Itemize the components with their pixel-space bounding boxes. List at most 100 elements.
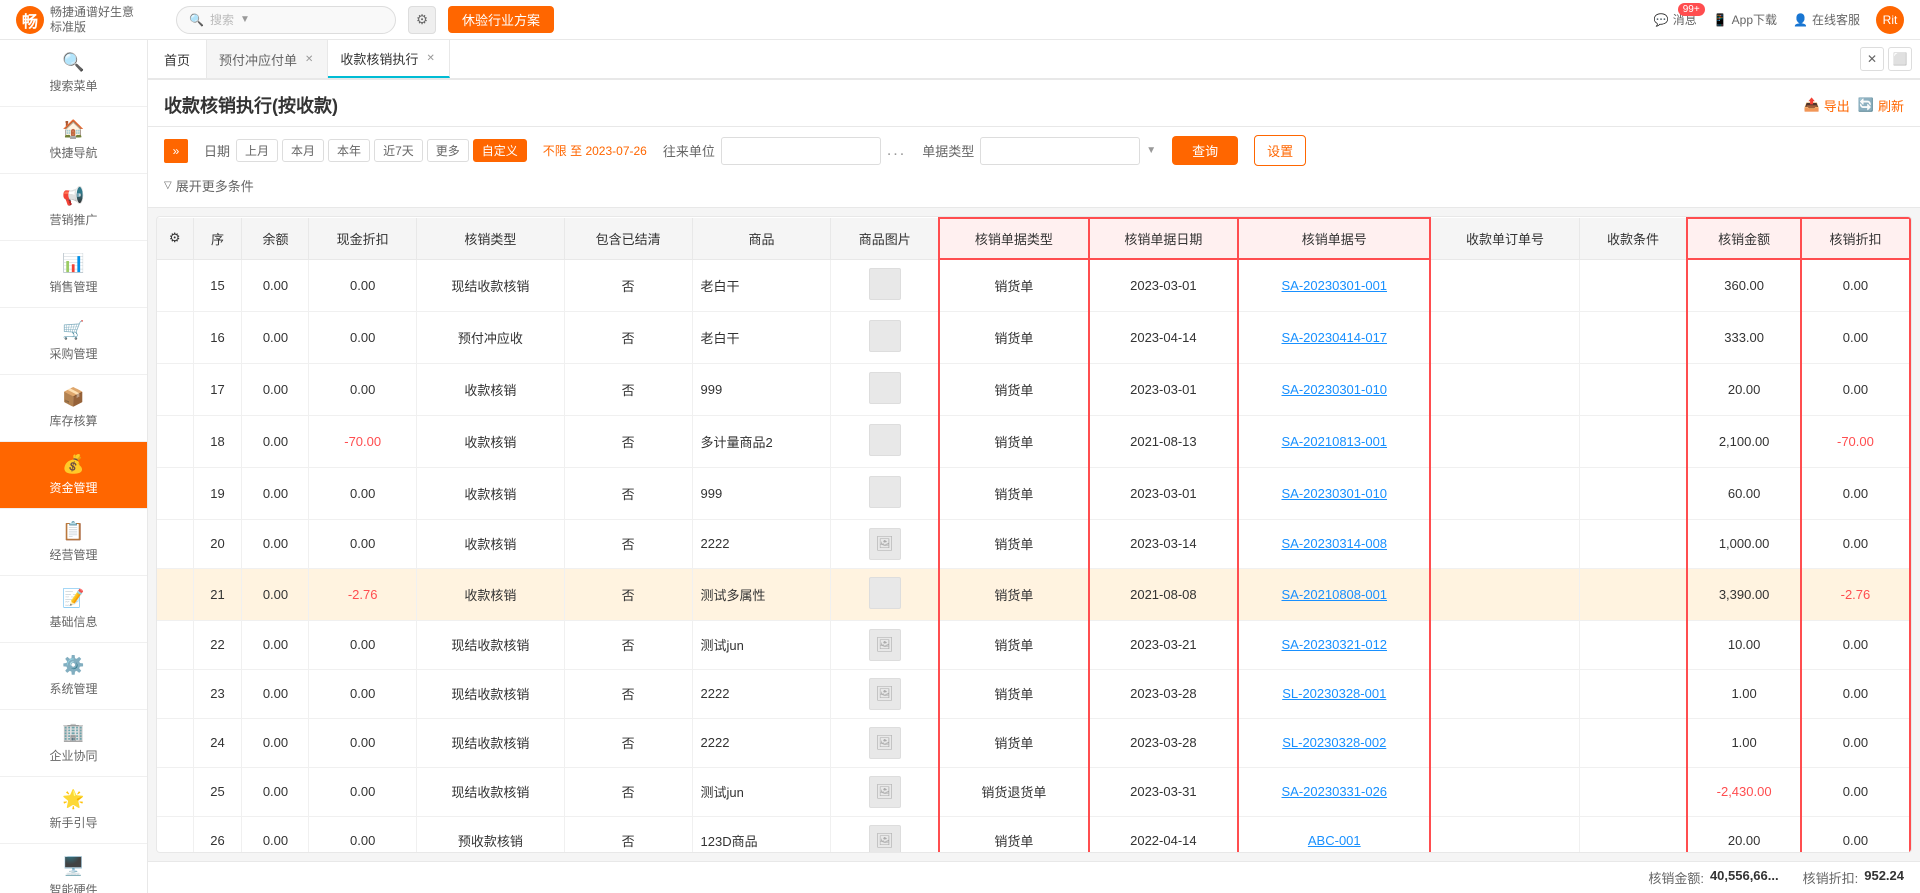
bill-no-link[interactable]: SA-20210808-001 xyxy=(1282,587,1388,602)
sidebar-item-search[interactable]: 🔍 搜索菜单 xyxy=(0,40,147,107)
sidebar-item-enterprise[interactable]: 🏢 企业协同 xyxy=(0,710,147,777)
th-bill-type: 核销单据类型 xyxy=(939,218,1088,259)
this-month-btn[interactable]: 本月 xyxy=(282,139,324,162)
td-settings[interactable] xyxy=(157,767,193,816)
sidebar-item-inventory[interactable]: 📦 库存核算 xyxy=(0,375,147,442)
sidebar-item-guide[interactable]: 🌟 新手引导 xyxy=(0,777,147,844)
bill-no-link[interactable]: ABC-001 xyxy=(1308,833,1361,848)
tab-prepay[interactable]: 预付冲应付单 ✕ xyxy=(207,40,328,78)
bill-no-link[interactable]: SL-20230328-002 xyxy=(1282,735,1386,750)
tab-maximize-button[interactable]: ⬜ xyxy=(1888,47,1912,71)
sidebar-item-sales[interactable]: 📊 销售管理 xyxy=(0,241,147,308)
this-year-btn[interactable]: 本年 xyxy=(328,139,370,162)
tab-home[interactable]: 首页 xyxy=(148,40,207,78)
sidebar-item-purchase[interactable]: 🛒 采购管理 xyxy=(0,308,147,375)
td-payment-condition xyxy=(1579,568,1687,620)
tab-close-button[interactable]: ✕ xyxy=(1860,47,1884,71)
td-bill-type: 销货单 xyxy=(939,568,1088,620)
td-goods-image xyxy=(831,568,939,620)
sidebar-item-basicinfo[interactable]: 📝 基础信息 xyxy=(0,576,147,643)
sidebar-item-system[interactable]: ⚙️ 系统管理 xyxy=(0,643,147,710)
td-goods: 123D商品 xyxy=(692,816,831,853)
settings-button[interactable]: 设置 xyxy=(1254,135,1306,166)
td-settings[interactable] xyxy=(157,467,193,519)
online-service-link[interactable]: 👤 在线客服 xyxy=(1793,11,1860,28)
td-settings[interactable] xyxy=(157,415,193,467)
inventory-icon: 📦 xyxy=(62,387,84,408)
tab-prepay-close[interactable]: ✕ xyxy=(303,52,315,67)
td-bill-no: SA-20230331-026 xyxy=(1238,767,1430,816)
purchase-icon: 🛒 xyxy=(62,320,84,341)
marketing-icon: 📢 xyxy=(62,186,84,207)
query-button[interactable]: 查询 xyxy=(1172,136,1238,165)
bill-no-link[interactable]: SA-20210813-001 xyxy=(1282,434,1388,449)
td-settings[interactable] xyxy=(157,363,193,415)
bill-no-link[interactable]: SA-20230301-010 xyxy=(1282,486,1388,501)
last-7days-btn[interactable]: 近7天 xyxy=(374,139,423,162)
td-amount: 20.00 xyxy=(1687,363,1801,415)
partner-input[interactable] xyxy=(721,137,881,165)
bill-no-link[interactable]: SA-20230314-008 xyxy=(1282,536,1388,551)
th-writeoff-type: 核销类型 xyxy=(416,218,564,259)
expand-toggle-button[interactable]: » xyxy=(164,139,188,163)
bill-no-link[interactable]: SA-20230301-010 xyxy=(1282,382,1388,397)
home-icon: 🏠 xyxy=(62,119,84,140)
app-download-link[interactable]: 📱 App下载 xyxy=(1713,11,1777,28)
custom-date-btn[interactable]: 自定义 xyxy=(473,139,527,162)
tab-writeoff[interactable]: 收款核销执行 ✕ xyxy=(328,40,449,78)
refresh-icon: 🔄 xyxy=(1858,97,1874,113)
table-row: 26 0.00 0.00 预收款核销 否 123D商品 🖼 销货单 2022-0… xyxy=(157,816,1910,853)
td-goods: 999 xyxy=(692,363,831,415)
td-settings[interactable] xyxy=(157,259,193,311)
bill-no-link[interactable]: SA-20230321-012 xyxy=(1282,637,1388,652)
notification-badge: 99+ xyxy=(1678,3,1705,16)
td-settings[interactable] xyxy=(157,311,193,363)
td-settings[interactable] xyxy=(157,568,193,620)
last-month-btn[interactable]: 上月 xyxy=(236,139,278,162)
td-discount: 0.00 xyxy=(1801,767,1910,816)
sidebar-item-quicknav[interactable]: 🏠 快捷导航 xyxy=(0,107,147,174)
td-receipt-order xyxy=(1430,363,1579,415)
search-box[interactable]: 🔍 搜索 ▼ xyxy=(176,6,396,34)
td-settings[interactable] xyxy=(157,669,193,718)
goods-image xyxy=(869,372,901,404)
td-goods-image: 🖼 xyxy=(831,620,939,669)
td-settings[interactable] xyxy=(157,519,193,568)
td-bill-no: SA-20230314-008 xyxy=(1238,519,1430,568)
bill-no-link[interactable]: SL-20230328-001 xyxy=(1282,686,1386,701)
bill-no-link[interactable]: SA-20230301-001 xyxy=(1282,278,1388,293)
tab-writeoff-close[interactable]: ✕ xyxy=(424,51,436,66)
td-settings[interactable] xyxy=(157,816,193,853)
td-bill-no: SA-20230321-012 xyxy=(1238,620,1430,669)
bill-no-link[interactable]: SA-20230331-026 xyxy=(1282,784,1388,799)
sidebar-item-hardware[interactable]: 🖥️ 智能硬件 xyxy=(0,844,147,893)
td-goods-image xyxy=(831,467,939,519)
td-settings[interactable] xyxy=(157,718,193,767)
sidebar: 🔍 搜索菜单 🏠 快捷导航 📢 营销推广 📊 销售管理 🛒 采购管理 📦 库存核… xyxy=(0,40,148,893)
bill-type-input[interactable] xyxy=(980,137,1140,165)
td-include-settled: 否 xyxy=(564,259,692,311)
sidebar-item-operations[interactable]: 📋 经营管理 xyxy=(0,509,147,576)
td-bill-no: SA-20210813-001 xyxy=(1238,415,1430,467)
gear-button[interactable]: ⚙ xyxy=(408,6,436,34)
td-amount: 1.00 xyxy=(1687,669,1801,718)
sidebar-item-finance[interactable]: 💰 资金管理 xyxy=(0,442,147,509)
td-include-settled: 否 xyxy=(564,620,692,669)
user-avatar[interactable]: Rit xyxy=(1876,6,1904,34)
goods-image: 🖼 xyxy=(869,629,901,661)
sidebar-item-marketing[interactable]: 📢 营销推广 xyxy=(0,174,147,241)
refresh-button[interactable]: 🔄 刷新 xyxy=(1858,96,1904,115)
td-bill-type: 销货单 xyxy=(939,718,1088,767)
notification-bell[interactable]: 💬 消息 99+ xyxy=(1654,11,1697,28)
th-settings[interactable]: ⚙ xyxy=(157,218,193,259)
export-button[interactable]: 📤 导出 xyxy=(1804,96,1850,115)
more-date-btn[interactable]: 更多 xyxy=(427,139,469,162)
td-amount: 333.00 xyxy=(1687,311,1801,363)
footer-discount-label: 核销折扣: xyxy=(1803,868,1859,887)
industry-button[interactable]: 休验行业方案 xyxy=(448,6,554,33)
td-settings[interactable] xyxy=(157,620,193,669)
bill-no-link[interactable]: SA-20230414-017 xyxy=(1282,330,1388,345)
td-bill-date: 2023-03-01 xyxy=(1089,259,1238,311)
expand-more-btn[interactable]: ▽ 展开更多条件 xyxy=(164,172,1904,199)
search-menu-icon: 🔍 xyxy=(62,52,84,73)
